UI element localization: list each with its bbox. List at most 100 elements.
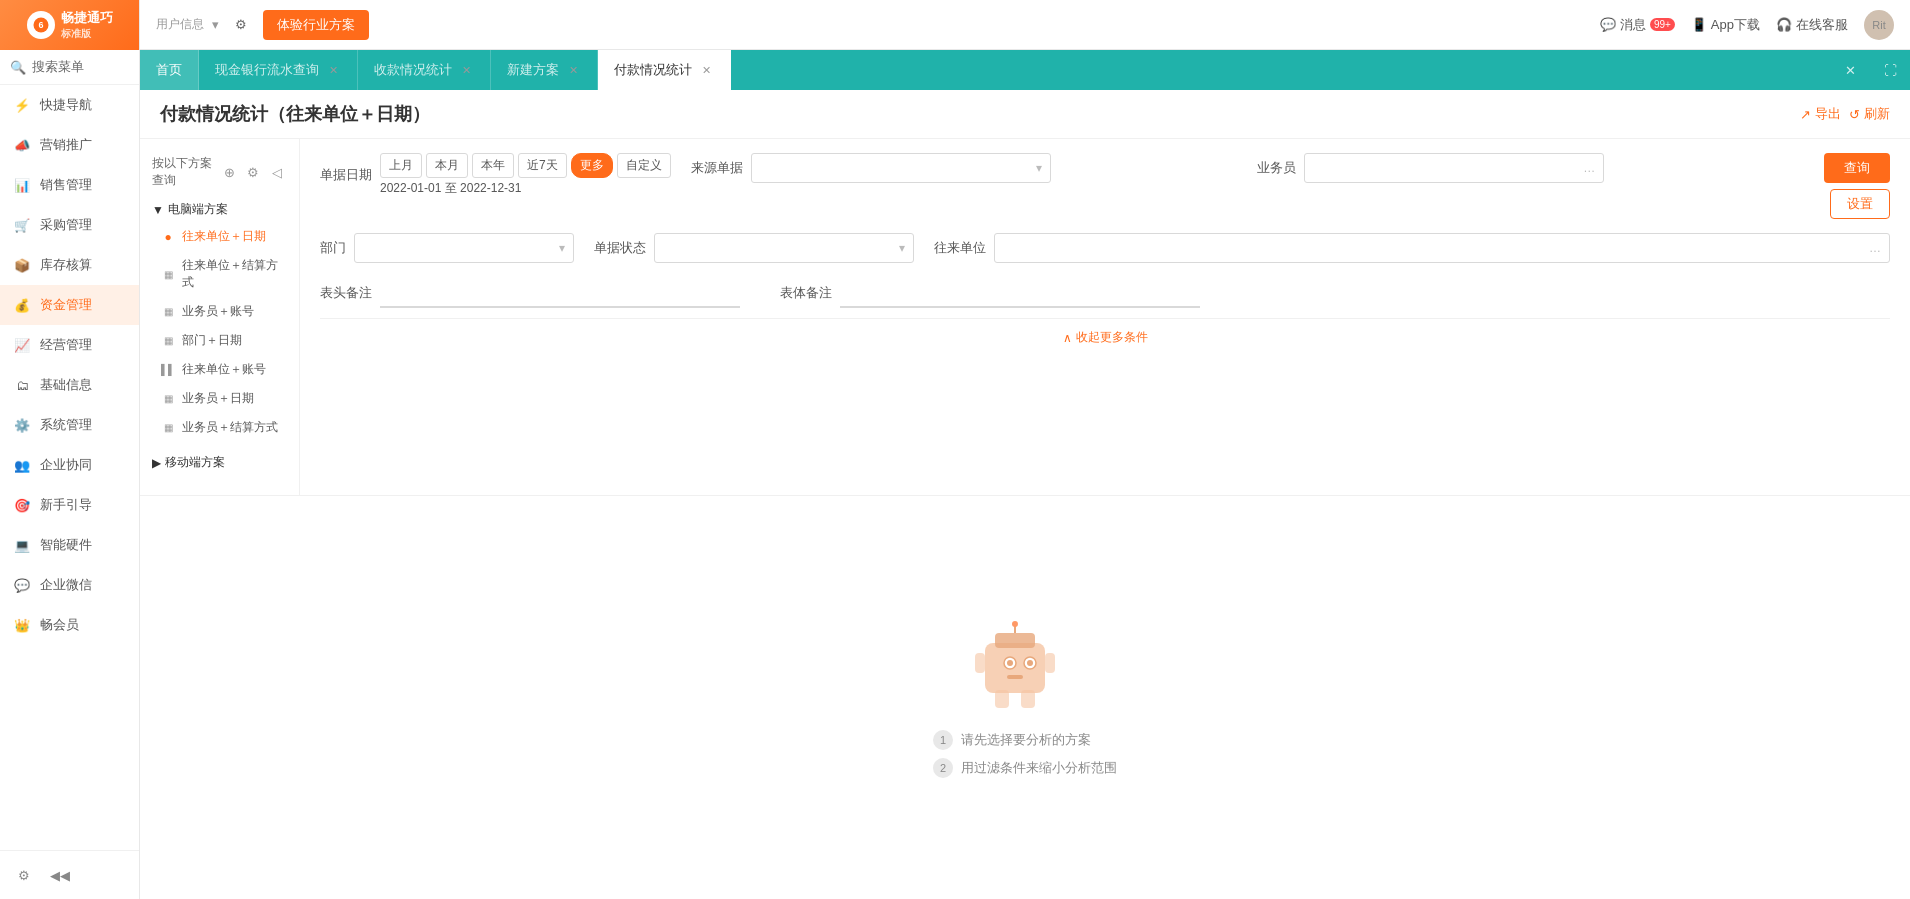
scheme-dept-date[interactable]: ▦ 部门＋日期	[140, 326, 299, 355]
dropdown-icon3: ▾	[559, 241, 565, 255]
gear-icon[interactable]: ⚙	[227, 11, 255, 39]
scheme-partner-settlement[interactable]: ▦ 往来单位＋结算方式	[140, 251, 299, 297]
empty-state: 1 请先选择要分析的方案 2 用过滤条件来缩小分析范围	[140, 496, 1910, 899]
sidebar-item-label-operations: 经营管理	[40, 336, 92, 354]
search-icon: 🔍	[10, 60, 26, 75]
add-scheme-icon[interactable]: ⊕	[219, 162, 239, 182]
date-this-year-btn[interactable]: 本年	[472, 153, 514, 178]
staff-field: 业务员 …	[1257, 153, 1804, 183]
sidebar-item-label-marketing: 营销推广	[40, 136, 92, 154]
sidebar-item-marketing[interactable]: 📣 营销推广	[0, 125, 139, 165]
sidebar-item-enterprise[interactable]: 👥 企业协同	[0, 445, 139, 485]
table-scheme-icon2: ▦	[160, 304, 176, 320]
tab-close-all-btn[interactable]: ✕	[1830, 50, 1870, 90]
filter-sidebar-header: 按以下方案查询 ⊕ ⚙ ◁	[140, 151, 299, 197]
refresh-btn[interactable]: ↺ 刷新	[1849, 105, 1890, 123]
export-btn[interactable]: ↗ 导出	[1800, 105, 1841, 123]
tab-collection-label: 收款情况统计	[374, 61, 452, 79]
scheme-staff-settlement[interactable]: ▦ 业务员＋结算方式	[140, 413, 299, 442]
collapse-conditions-btn[interactable]: ∧ 收起更多条件	[320, 318, 1890, 356]
sidebar-item-purchase[interactable]: 🛒 采购管理	[0, 205, 139, 245]
date-7days-btn[interactable]: 近7天	[518, 153, 567, 178]
app-download-item[interactable]: 📱 App下载	[1691, 16, 1760, 34]
tab-collection-stats[interactable]: 收款情况统计 ✕	[358, 50, 491, 90]
tab-home[interactable]: 首页	[140, 50, 199, 90]
date-last-month-btn[interactable]: 上月	[380, 153, 422, 178]
sidebar-item-inventory[interactable]: 📦 库存核算	[0, 245, 139, 285]
tab-bank-flow-label: 现金银行流水查询	[215, 61, 319, 79]
tab-bar-right: ✕ ⛶	[1830, 50, 1910, 90]
staff-select[interactable]: …	[1304, 153, 1604, 183]
query-btn[interactable]: 查询	[1824, 153, 1890, 183]
settings-scheme-icon[interactable]: ⚙	[243, 162, 263, 182]
doc-status-select[interactable]: ▾	[654, 233, 914, 263]
dept-select[interactable]: ▾	[354, 233, 574, 263]
scheme-staff-account-label: 业务员＋账号	[182, 303, 254, 320]
scheme-staff-date[interactable]: ▦ 业务员＋日期	[140, 384, 299, 413]
mobile-schemes-group: ▶ 移动端方案	[140, 450, 299, 475]
close-icon[interactable]: ✕	[698, 62, 714, 78]
expand-icon: ▼	[152, 203, 164, 217]
body-note-input[interactable]	[840, 277, 1200, 307]
scheme-staff-account[interactable]: ▦ 业务员＋账号	[140, 297, 299, 326]
cart-icon: 🛒	[12, 215, 32, 235]
tab-payment-stats[interactable]: 付款情况统计 ✕	[598, 50, 731, 90]
desktop-schemes-title[interactable]: ▼ 电脑端方案	[140, 197, 299, 222]
collapse-bottom-btn[interactable]: ◀◀	[46, 861, 74, 889]
online-service-item[interactable]: 🎧 在线客服	[1776, 16, 1848, 34]
scheme-partner-account[interactable]: ▌▌ 往来单位＋账号	[140, 355, 299, 384]
avatar[interactable]: Rit	[1864, 10, 1894, 40]
sidebar-item-hardware[interactable]: 💻 智能硬件	[0, 525, 139, 565]
trial-btn[interactable]: 体验行业方案	[263, 10, 369, 40]
messages-label: 消息	[1620, 16, 1646, 34]
sidebar-item-member[interactable]: 👑 畅会员	[0, 605, 139, 645]
partner-select[interactable]: …	[994, 233, 1890, 263]
date-custom-btn[interactable]: 自定义	[617, 153, 671, 178]
top-header: 用户信息 ▾ ⚙ 体验行业方案 💬 消息 99+ 📱 App下载 🎧 在线客服 …	[140, 0, 1910, 50]
close-icon[interactable]: ✕	[458, 62, 474, 78]
export-label: 导出	[1815, 105, 1841, 123]
team-icon: 👥	[12, 455, 32, 475]
collapse-sidebar-icon[interactable]: ◁	[267, 162, 287, 182]
tab-home-label: 首页	[156, 61, 182, 79]
sidebar-item-system[interactable]: ⚙️ 系统管理	[0, 405, 139, 445]
close-icon[interactable]: ✕	[565, 62, 581, 78]
sidebar-item-wechat[interactable]: 💬 企业微信	[0, 565, 139, 605]
logo-text: 畅捷通巧	[61, 9, 113, 27]
date-this-month-btn[interactable]: 本月	[426, 153, 468, 178]
search-label: 搜索菜单	[32, 58, 84, 76]
page-content: 付款情况统计（往来单位＋日期） ↗ 导出 ↺ 刷新 按以下方案查询 ⊕	[140, 90, 1910, 899]
close-icon[interactable]: ✕	[325, 62, 341, 78]
scheme-partner-date[interactable]: ● 往来单位＋日期	[140, 222, 299, 251]
sidebar-item-quick-nav[interactable]: ⚡ 快捷导航	[0, 85, 139, 125]
mobile-schemes-title[interactable]: ▶ 移动端方案	[140, 450, 299, 475]
chevron-down-icon[interactable]: ▾	[212, 17, 219, 32]
source-doc-select[interactable]: ▾	[751, 153, 1051, 183]
tab-bank-flow[interactable]: 现金银行流水查询 ✕	[199, 50, 358, 90]
refresh-label: 刷新	[1864, 105, 1890, 123]
empty-state-text: 1 请先选择要分析的方案 2 用过滤条件来缩小分析范围	[933, 730, 1117, 778]
desktop-schemes-label: 电脑端方案	[168, 201, 228, 218]
staff-label: 业务员	[1257, 159, 1296, 177]
box-icon: 📦	[12, 255, 32, 275]
sidebar-item-operations[interactable]: 📈 经营管理	[0, 325, 139, 365]
empty-state-illustration	[965, 618, 1085, 718]
sidebar-item-finance[interactable]: 💰 资金管理	[0, 285, 139, 325]
search-menu[interactable]: 🔍 搜索菜单	[0, 50, 139, 85]
sidebar-item-sales[interactable]: 📊 销售管理	[0, 165, 139, 205]
header-note-input[interactable]	[380, 277, 740, 307]
sidebar-item-basic[interactable]: 🗂 基础信息	[0, 365, 139, 405]
settings-filter-btn[interactable]: 设置	[1830, 189, 1890, 219]
tab-new-scheme[interactable]: 新建方案 ✕	[491, 50, 598, 90]
sidebar-item-label-finance: 资金管理	[40, 296, 92, 314]
messages-item[interactable]: 💬 消息 99+	[1600, 16, 1675, 34]
sidebar-item-guide[interactable]: 🎯 新手引导	[0, 485, 139, 525]
scheme-partner-date-label: 往来单位＋日期	[182, 228, 266, 245]
settings-bottom-btn[interactable]: ⚙	[10, 861, 38, 889]
tab-fullscreen-btn[interactable]: ⛶	[1870, 50, 1910, 90]
date-more-btn[interactable]: 更多	[571, 153, 613, 178]
body-note-field: 表体备注	[780, 277, 1200, 308]
svg-rect-10	[1045, 653, 1055, 673]
date-field: 单据日期 上月 本月 本年 近7天 更多 自定义 2022-01-01 至 20…	[320, 153, 671, 197]
body-note-input-wrapper	[840, 277, 1200, 308]
